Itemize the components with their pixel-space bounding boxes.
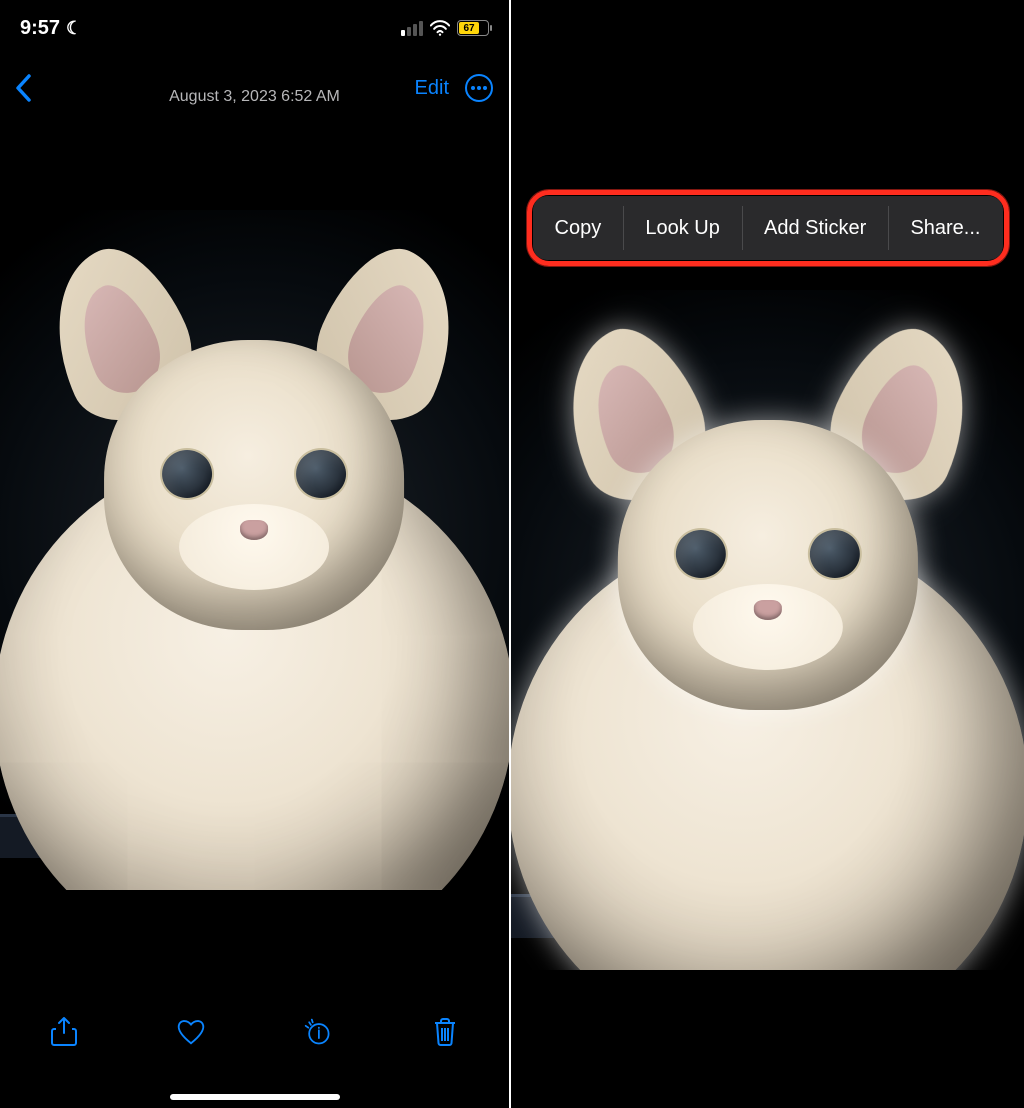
edit-button[interactable]: Edit: [415, 77, 449, 100]
trash-icon[interactable]: [430, 1016, 460, 1048]
context-menu-copy[interactable]: Copy: [533, 196, 624, 260]
battery-percent: 67: [463, 23, 474, 34]
home-indicator[interactable]: [170, 1094, 340, 1100]
context-menu-highlight: Copy Look Up Add Sticker Share...: [533, 196, 1003, 260]
photo-viewport[interactable]: [0, 210, 509, 890]
favorite-heart-icon[interactable]: [176, 1016, 206, 1048]
lifted-subject-cat: [511, 290, 1024, 970]
more-options-button[interactable]: [465, 74, 493, 102]
status-bar: 9:57 ☾ 67: [0, 0, 509, 56]
battery-icon: 67: [457, 20, 489, 36]
share-icon[interactable]: [49, 1016, 79, 1048]
context-menu: Copy Look Up Add Sticker Share...: [533, 196, 1003, 260]
photo-subject-cat: [0, 210, 509, 890]
focus-moon-icon: ☾: [66, 18, 82, 39]
bottom-toolbar: [0, 996, 509, 1108]
subject-lift-screen: Copy Look Up Add Sticker Share...: [511, 0, 1024, 1108]
nav-bar: August 3, 2023 6:52 AM Edit: [0, 60, 509, 116]
photos-detail-screen: 9:57 ☾ 67 Au: [0, 0, 511, 1108]
wifi-icon: [430, 20, 450, 36]
info-lookup-icon[interactable]: [303, 1016, 333, 1048]
context-menu-add-sticker[interactable]: Add Sticker: [742, 196, 888, 260]
context-menu-share[interactable]: Share...: [888, 196, 1002, 260]
cellular-signal-icon: [401, 21, 423, 36]
lifted-subject-viewport[interactable]: [511, 290, 1024, 970]
context-menu-lookup[interactable]: Look Up: [623, 196, 742, 260]
status-time: 9:57: [20, 17, 60, 40]
